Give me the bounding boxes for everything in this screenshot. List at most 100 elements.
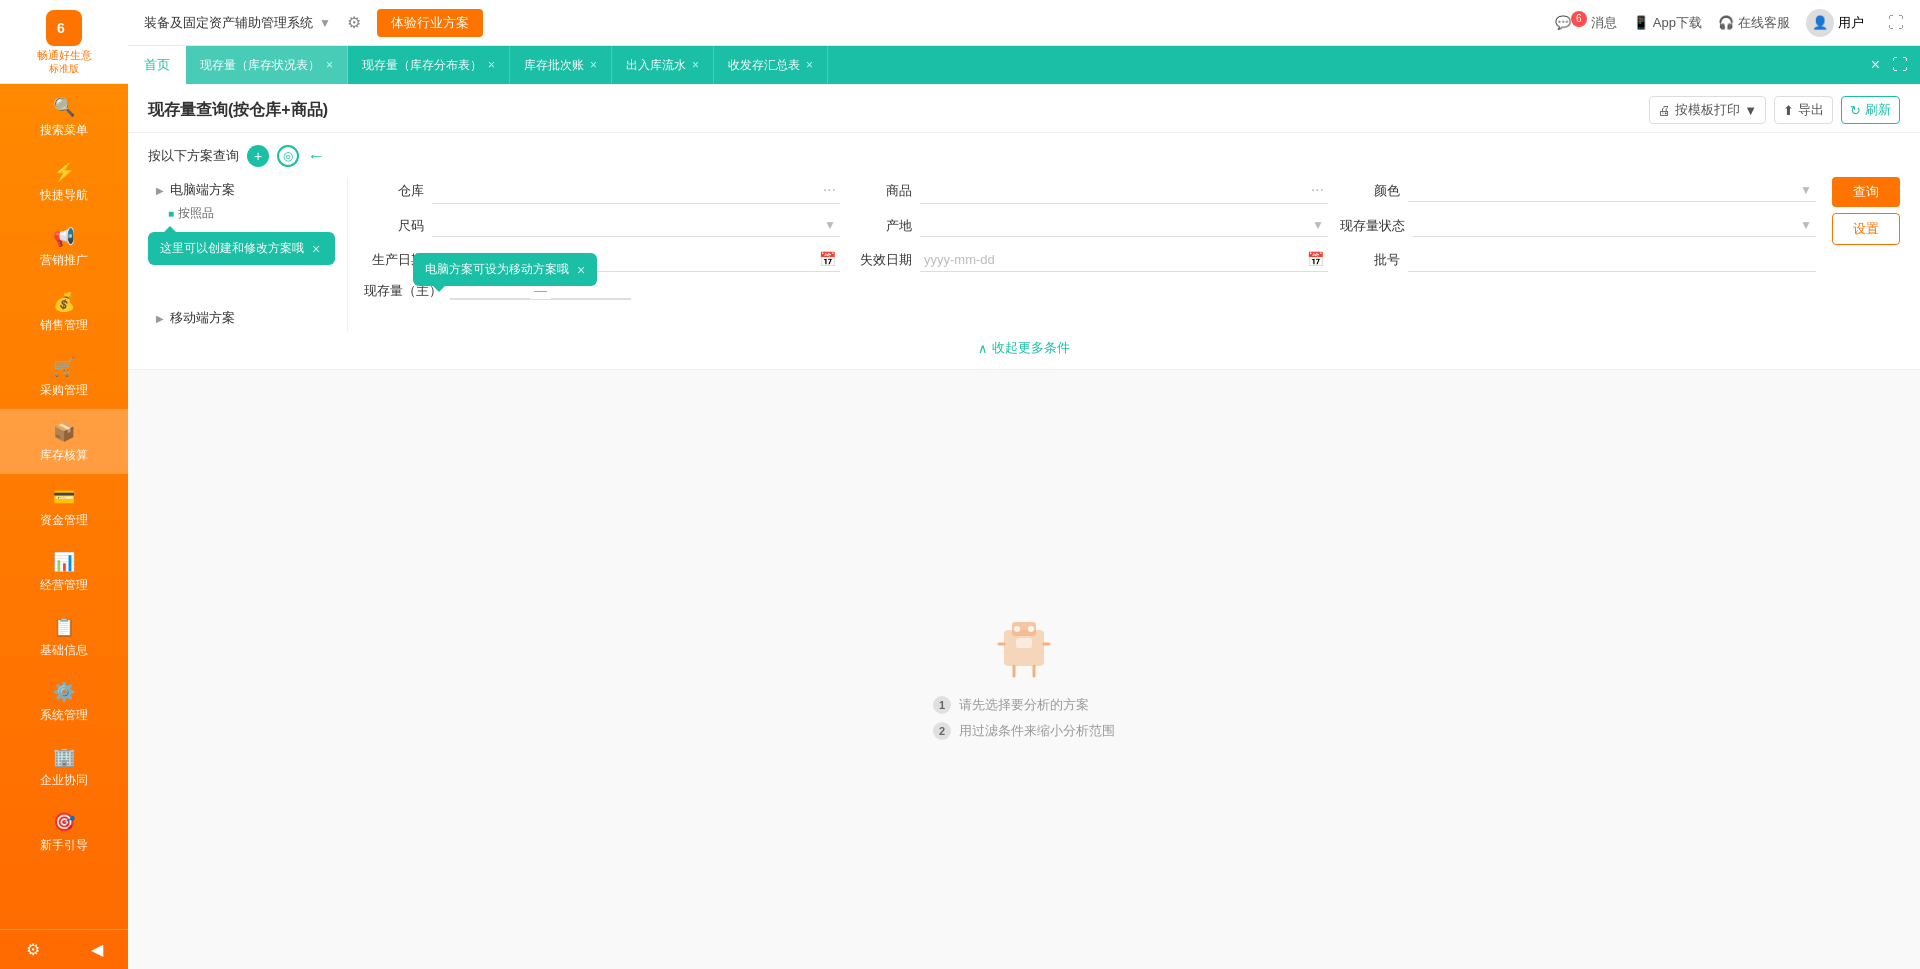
empty-hint-1: 1 请先选择要分析的方案 xyxy=(933,696,1115,714)
expire-date-input[interactable]: yyyy-mm-dd 📅 xyxy=(920,247,1328,272)
sales-icon: 💰 xyxy=(53,291,75,313)
expire-date-calendar-icon[interactable]: 📅 xyxy=(1307,251,1324,267)
app-download-label: App下载 xyxy=(1653,14,1702,32)
hint-num-2: 2 xyxy=(933,722,951,740)
industry-btn[interactable]: 体验行业方案 xyxy=(377,9,483,37)
mobile-icon: 📱 xyxy=(1633,15,1649,30)
prod-date-calendar-icon[interactable]: 📅 xyxy=(819,251,836,267)
sidebar-item-enterprise[interactable]: 🏢 企业协同 xyxy=(0,734,128,799)
tab-close-icon[interactable]: × xyxy=(692,59,699,71)
filter-circle-btn[interactable]: ◎ xyxy=(277,145,299,167)
sidebar-item-operation[interactable]: 📊 经营管理 xyxy=(0,539,128,604)
online-service-btn[interactable]: 🎧 在线客服 xyxy=(1718,14,1790,32)
sidebar-item-system[interactable]: ⚙️ 系统管理 xyxy=(0,669,128,734)
scheme-pc[interactable]: ▶ 电脑端方案 xyxy=(148,177,335,203)
warehouse-dots-icon[interactable]: ··· xyxy=(823,181,836,199)
tab-close-icon[interactable]: × xyxy=(590,59,597,71)
sidebar-item-marketing[interactable]: 📢 营销推广 xyxy=(0,214,128,279)
sidebar-item-label: 销售管理 xyxy=(40,317,88,334)
sidebar-item-search[interactable]: 🔍 搜索菜单 xyxy=(0,84,128,149)
message-icon: 💬 xyxy=(1555,15,1571,30)
size-select[interactable]: ▼ xyxy=(432,214,840,237)
page-content: 现存量查询(按仓库+商品) 🖨 按模板打印 ▼ ⬆ 导出 ↻ 刷新 xyxy=(128,84,1920,969)
scheme-mobile[interactable]: ▶ 移动端方案 xyxy=(148,305,335,331)
app-download-btn[interactable]: 📱 App下载 xyxy=(1633,14,1702,32)
tooltip-pc-scheme: 电脑方案可设为移动方案哦 × xyxy=(413,253,597,286)
tab-inventory-status[interactable]: 现存量（库存状况表） × xyxy=(186,46,348,84)
user-name: 用户 xyxy=(1838,14,1864,32)
filter-area: 按以下方案查询 + ◎ ← 电脑方案可设为移动方案哦 × ▶ 电脑端方案 xyxy=(128,133,1920,370)
logo-text: 畅通好生意 标准版 xyxy=(37,48,92,75)
tab-inventory-dist[interactable]: 现存量（库存分布表） × xyxy=(348,46,510,84)
sidebar-item-finance[interactable]: 💳 资金管理 xyxy=(0,474,128,539)
origin-label: 产地 xyxy=(852,217,912,235)
stock-status-select[interactable]: ▼ xyxy=(1413,214,1816,237)
filter-back-icon[interactable]: ← xyxy=(307,146,325,167)
fullscreen-icon[interactable]: ⛶ xyxy=(1888,14,1904,32)
collapse-sidebar-icon[interactable]: ◀ xyxy=(91,940,103,959)
collapse-bar[interactable]: ∧ 收起更多条件 xyxy=(148,331,1900,357)
search-btn[interactable]: 查询 xyxy=(1832,177,1900,207)
warehouse-select[interactable]: ··· xyxy=(432,177,840,204)
user-menu[interactable]: 👤 用户 xyxy=(1806,9,1864,37)
tabbar: 首页 现存量（库存状况表） × 现存量（库存分布表） × 库存批次账 × 出入库… xyxy=(128,46,1920,84)
print-btn[interactable]: 🖨 按模板打印 ▼ xyxy=(1649,96,1766,124)
sidebar-item-quick[interactable]: ⚡ 快捷导航 xyxy=(0,149,128,214)
guide-icon: 🎯 xyxy=(53,811,75,833)
tab-receive-summary[interactable]: 收发存汇总表 × xyxy=(714,46,828,84)
batch-label: 批号 xyxy=(1340,251,1400,269)
color-select[interactable]: ▼ xyxy=(1408,179,1816,202)
color-chevron-icon: ▼ xyxy=(1800,183,1812,197)
tab-close-icon[interactable]: × xyxy=(326,59,333,71)
settings-icon[interactable]: ⚙ xyxy=(26,940,40,959)
tab-inout-flow[interactable]: 出入库流水 × xyxy=(612,46,714,84)
tab-close-icon[interactable]: × xyxy=(806,59,813,71)
filter-row-1: 仓库 ··· 商品 ··· xyxy=(364,177,1816,204)
sidebar-item-label: 营销推广 xyxy=(40,252,88,269)
size-label: 尺码 xyxy=(364,217,424,235)
tab-expand-icon[interactable]: ⛶ xyxy=(1888,56,1912,74)
sidebar-item-inventory[interactable]: 📦 库存核算 xyxy=(0,409,128,474)
system-icon: ⚙️ xyxy=(53,681,75,703)
filter-add-btn[interactable]: + xyxy=(247,145,269,167)
sidebar-item-label: 经营管理 xyxy=(40,577,88,594)
main-area: 装备及固定资产辅助管理系统 ▼ ⚙ 体验行业方案 💬 6 消息 📱 App下载 … xyxy=(128,0,1920,969)
hint-text-1: 请先选择要分析的方案 xyxy=(959,696,1089,714)
tooltip-close-icon2[interactable]: × xyxy=(312,241,320,257)
filter-field-size: 尺码 ▼ xyxy=(364,214,840,237)
logo-icon: 6 xyxy=(46,10,82,46)
tab-home[interactable]: 首页 xyxy=(128,46,186,84)
batch-input[interactable] xyxy=(1408,248,1816,272)
scheme-pc-sub-item[interactable]: ■ 按照品 xyxy=(168,203,335,224)
expire-date-label: 失效日期 xyxy=(852,251,912,269)
sidebar-item-basic[interactable]: 📋 基础信息 xyxy=(0,604,128,669)
export-btn[interactable]: ⬆ 导出 xyxy=(1774,96,1833,124)
gear-icon[interactable]: ⚙ xyxy=(347,13,361,32)
sub-item-label: 按照品 xyxy=(178,205,214,222)
reset-btn[interactable]: 设置 xyxy=(1832,213,1900,245)
tab-close-icon[interactable]: × xyxy=(488,59,495,71)
quick-icon: ⚡ xyxy=(53,161,75,183)
page-header-actions: 🖨 按模板打印 ▼ ⬆ 导出 ↻ 刷新 xyxy=(1649,96,1900,124)
empty-illustration xyxy=(984,600,1064,680)
tooltip-close-icon[interactable]: × xyxy=(577,262,585,278)
collapse-up-icon: ∧ xyxy=(978,341,988,356)
stock-status-chevron-icon: ▼ xyxy=(1800,218,1812,232)
search-icon: 🔍 xyxy=(53,96,75,118)
scheme-pc-sub: ■ 按照品 xyxy=(148,203,335,224)
sidebar-item-guide[interactable]: 🎯 新手引导 xyxy=(0,799,128,864)
tab-close-all-icon[interactable]: × xyxy=(1867,56,1884,74)
message-btn[interactable]: 💬 6 消息 xyxy=(1555,14,1617,32)
refresh-btn[interactable]: ↻ 刷新 xyxy=(1841,96,1900,124)
sidebar-item-label: 快捷导航 xyxy=(40,187,88,204)
scheme-pc-label: 电脑端方案 xyxy=(170,181,235,199)
filter-field-color: 颜色 ▼ xyxy=(1340,177,1816,204)
origin-select[interactable]: ▼ xyxy=(920,214,1328,237)
message-label: 消息 xyxy=(1591,14,1617,32)
goods-dots-icon[interactable]: ··· xyxy=(1311,181,1324,199)
tab-batch-account[interactable]: 库存批次账 × xyxy=(510,46,612,84)
svg-text:6: 6 xyxy=(57,20,65,36)
sidebar-item-purchase[interactable]: 🛒 采购管理 xyxy=(0,344,128,409)
goods-select[interactable]: ··· xyxy=(920,177,1328,204)
sidebar-item-sales[interactable]: 💰 销售管理 xyxy=(0,279,128,344)
